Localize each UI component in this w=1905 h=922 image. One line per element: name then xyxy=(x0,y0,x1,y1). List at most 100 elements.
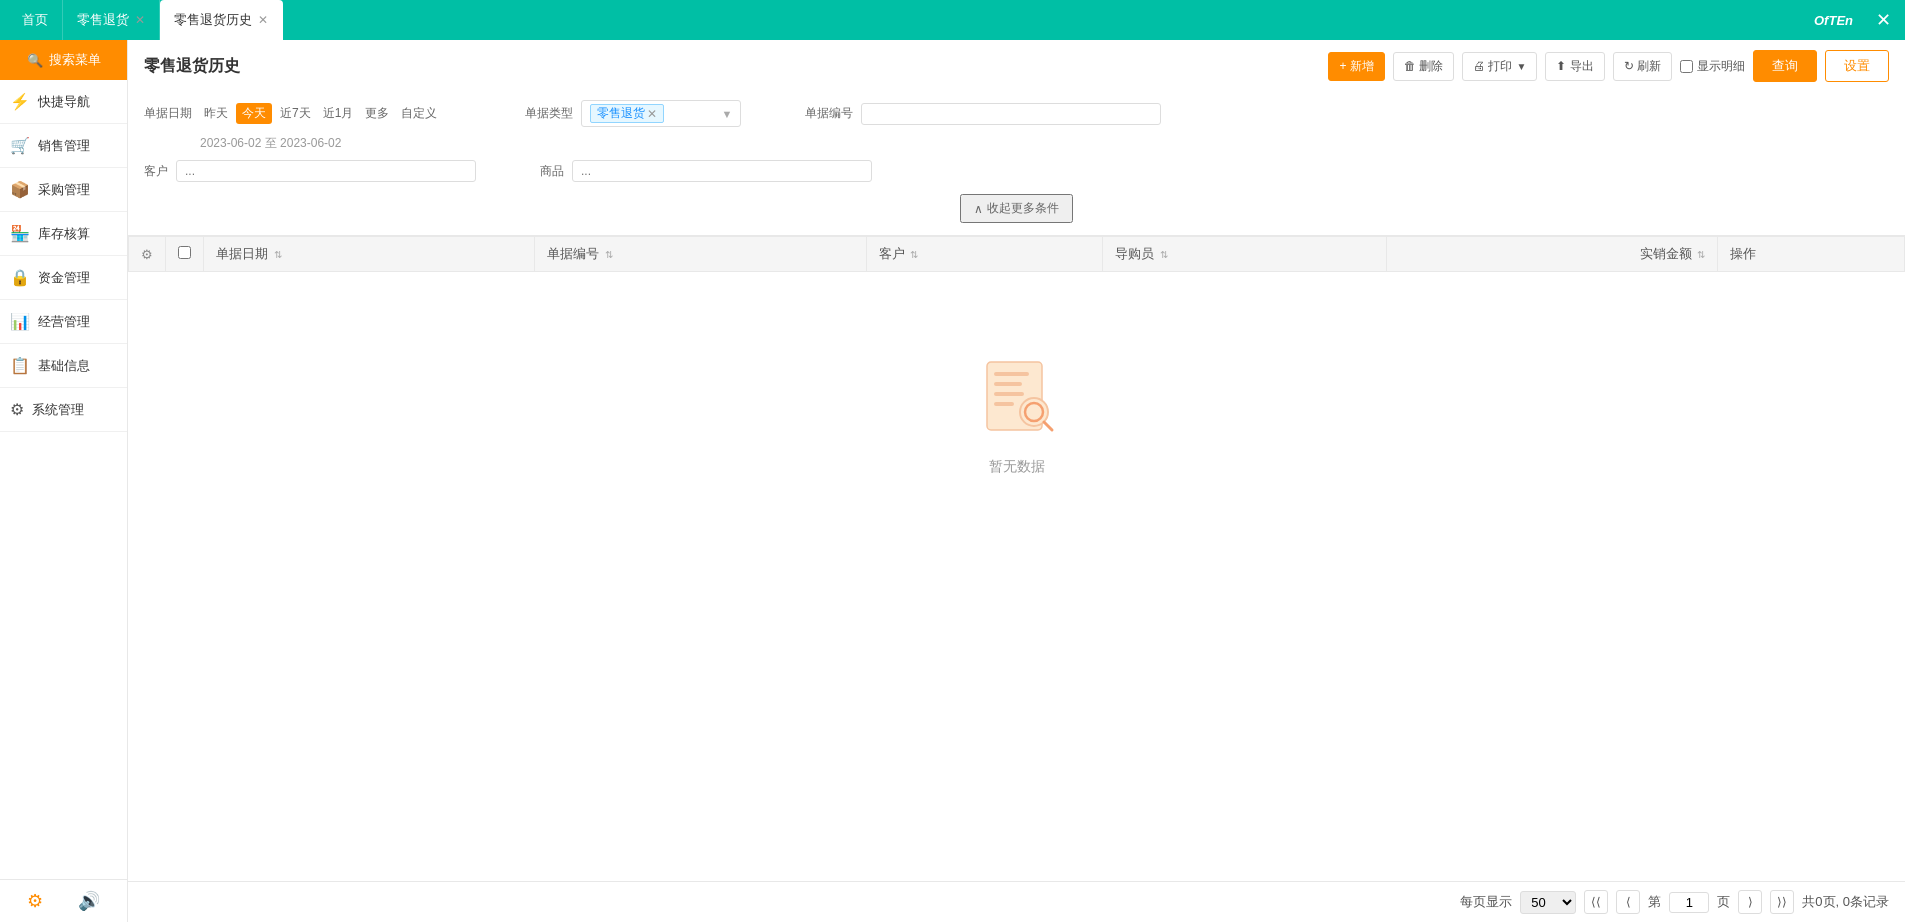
svg-rect-4 xyxy=(994,402,1014,406)
sales-icon: 🛒 xyxy=(10,136,30,155)
top-bar: 首页 零售退货 ✕ 零售退货历史 ✕ OfTEn ✕ xyxy=(0,0,1905,40)
sidebar-item-sys-mgmt[interactable]: ⚙ 系统管理 xyxy=(0,388,127,432)
select-all-checkbox[interactable] xyxy=(178,246,191,259)
sidebar-item-purchase-mgmt[interactable]: 📦 采购管理 xyxy=(0,168,127,212)
show-detail-checkbox[interactable]: 显示明细 xyxy=(1680,58,1745,75)
page-num-input[interactable] xyxy=(1669,892,1709,913)
doc-type-label: 单据类型 xyxy=(525,105,573,122)
page-prev-button[interactable]: ⟨ xyxy=(1616,890,1640,914)
topbar-right: OfTEn xyxy=(1814,13,1869,28)
goods-filter: 商品 xyxy=(540,160,872,182)
filter-row-1: 单据日期 昨天 今天 近7天 近1月 更多 自定义 单据类型 xyxy=(144,100,1889,127)
total-text: 共0页, 0条记录 xyxy=(1802,893,1889,911)
tab-retail-return-history[interactable]: 零售退货历史 ✕ xyxy=(160,0,283,40)
empty-icon xyxy=(972,352,1062,442)
shortcut-more[interactable]: 更多 xyxy=(361,103,393,124)
page-next-button[interactable]: ⟩ xyxy=(1738,890,1762,914)
doc-num-label: 单据编号 xyxy=(805,105,853,122)
chevron-down-icon: ▼ xyxy=(1516,61,1526,72)
page-size-label: 每页显示 xyxy=(1460,893,1512,911)
th-action: 操作 xyxy=(1718,237,1905,272)
doc-num-input[interactable] xyxy=(861,103,1161,125)
sort-icon-doc-date: ⇅ xyxy=(274,249,282,260)
doc-type-select[interactable]: 零售退货 ✕ ▼ xyxy=(581,100,741,127)
th-doc-date[interactable]: 单据日期 ⇅ xyxy=(204,237,535,272)
sidebar-item-finance-mgmt[interactable]: 🔒 资金管理 xyxy=(0,256,127,300)
svg-line-7 xyxy=(1044,422,1052,430)
collapse-row: ∧ 收起更多条件 xyxy=(144,190,1889,227)
shortcut-last7[interactable]: 近7天 xyxy=(276,103,315,124)
sidebar-audio-button[interactable]: 🔊 xyxy=(78,890,100,912)
settings-button[interactable]: 设置 xyxy=(1825,50,1889,82)
doc-type-tag-remove[interactable]: ✕ xyxy=(647,107,657,121)
date-shortcuts: 昨天 今天 近7天 近1月 更多 自定义 xyxy=(200,103,441,124)
shortcut-yesterday[interactable]: 昨天 xyxy=(200,103,232,124)
page-first-button[interactable]: ⟨⟨ xyxy=(1584,890,1608,914)
date-range-text: 2023-06-02 至 2023-06-02 xyxy=(200,135,341,152)
doc-type-tag: 零售退货 ✕ xyxy=(590,104,664,123)
sort-icon-guide: ⇅ xyxy=(1160,249,1168,260)
sidebar-settings-button[interactable]: ⚙ xyxy=(27,890,43,912)
th-guide[interactable]: 导购员 ⇅ xyxy=(1103,237,1387,272)
chevron-up-icon: ∧ xyxy=(974,202,983,216)
collapse-button[interactable]: ∧ 收起更多条件 xyxy=(960,194,1073,223)
th-doc-num[interactable]: 单据编号 ⇅ xyxy=(535,237,866,272)
th-actual-amount[interactable]: 实销金额 ⇅ xyxy=(1387,237,1718,272)
sidebar-search-button[interactable]: 🔍 搜索菜单 xyxy=(0,40,127,80)
page-size-select[interactable]: 50 10 20 100 xyxy=(1520,891,1576,914)
main-layout: 🔍 搜索菜单 ⚡ 快捷导航 🛒 销售管理 📦 采购管理 🏪 库存核算 🔒 资金管… xyxy=(0,40,1905,922)
th-settings: ⚙ xyxy=(129,237,166,272)
table-header-row: ⚙ 单据日期 ⇅ 单据编号 ⇅ xyxy=(129,237,1905,272)
export-button[interactable]: ⬆ 导出 xyxy=(1545,52,1604,81)
customer-filter: 客户 xyxy=(144,160,476,182)
sidebar: 🔍 搜索菜单 ⚡ 快捷导航 🛒 销售管理 📦 采购管理 🏪 库存核算 🔒 资金管… xyxy=(0,40,128,922)
shortcut-last1m[interactable]: 近1月 xyxy=(319,103,358,124)
th-customer[interactable]: 客户 ⇅ xyxy=(866,237,1102,272)
svg-rect-2 xyxy=(994,382,1022,386)
print-button[interactable]: 🖨 打印 ▼ xyxy=(1462,52,1537,81)
doc-type-filter: 单据类型 零售退货 ✕ ▼ xyxy=(525,100,741,127)
sidebar-item-base-info[interactable]: 📋 基础信息 xyxy=(0,344,127,388)
page-last-button[interactable]: ⟩⟩ xyxy=(1770,890,1794,914)
filter-row-2: 客户 商品 xyxy=(144,160,1889,182)
window-close-button[interactable]: ✕ xyxy=(1869,6,1897,34)
toolbar: + 新增 🗑 删除 🖨 打印 ▼ ⬆ 导出 ↻ 刷新 xyxy=(1328,50,1889,82)
doc-type-dropdown-icon: ▼ xyxy=(721,108,732,120)
tab-retail-return-history-close[interactable]: ✕ xyxy=(258,13,268,27)
ops-icon: 📊 xyxy=(10,312,30,331)
sidebar-item-quick-nav[interactable]: ⚡ 快捷导航 xyxy=(0,80,127,124)
sort-icon-actual-amount: ⇅ xyxy=(1697,249,1705,260)
base-info-icon: 📋 xyxy=(10,356,30,375)
page-title-row: 零售退货历史 + 新增 🗑 删除 🖨 打印 ▼ ⬆ 导出 xyxy=(144,50,1889,82)
refresh-button[interactable]: ↻ 刷新 xyxy=(1613,52,1672,81)
sidebar-item-inventory[interactable]: 🏪 库存核算 xyxy=(0,212,127,256)
sidebar-bottom: ⚙ 🔊 xyxy=(0,879,127,922)
sidebar-item-ops-mgmt[interactable]: 📊 经营管理 xyxy=(0,300,127,344)
finance-icon: 🔒 xyxy=(10,268,30,287)
customer-input[interactable] xyxy=(176,160,476,182)
delete-button[interactable]: 🗑 删除 xyxy=(1393,52,1454,81)
date-filter: 单据日期 昨天 今天 近7天 近1月 更多 自定义 xyxy=(144,103,441,124)
date-range-row: 2023-06-02 至 2023-06-02 xyxy=(144,135,1889,152)
add-button[interactable]: + 新增 xyxy=(1328,52,1384,81)
table-area: ⚙ 单据日期 ⇅ 单据编号 ⇅ xyxy=(128,236,1905,881)
show-detail-input[interactable] xyxy=(1680,60,1693,73)
sidebar-item-sales-mgmt[interactable]: 🛒 销售管理 xyxy=(0,124,127,168)
page-suffix: 页 xyxy=(1717,893,1730,911)
tab-retail-return-close[interactable]: ✕ xyxy=(135,13,145,27)
shortcut-today[interactable]: 今天 xyxy=(236,103,272,124)
customer-label: 客户 xyxy=(144,163,168,180)
th-checkbox xyxy=(166,237,204,272)
tab-retail-return[interactable]: 零售退货 ✕ xyxy=(63,0,160,40)
empty-state: 暂无数据 xyxy=(129,272,1905,556)
tab-home[interactable]: 首页 xyxy=(8,0,63,40)
often-badge: OfTEn xyxy=(1814,13,1853,28)
purchase-icon: 📦 xyxy=(10,180,30,199)
shortcut-custom[interactable]: 自定义 xyxy=(397,103,441,124)
goods-input[interactable] xyxy=(572,160,872,182)
page-title: 零售退货历史 xyxy=(144,56,240,77)
table-settings-icon[interactable]: ⚙ xyxy=(141,247,153,262)
doc-num-filter: 单据编号 xyxy=(805,103,1161,125)
sys-icon: ⚙ xyxy=(10,400,24,419)
query-button[interactable]: 查询 xyxy=(1753,50,1817,82)
